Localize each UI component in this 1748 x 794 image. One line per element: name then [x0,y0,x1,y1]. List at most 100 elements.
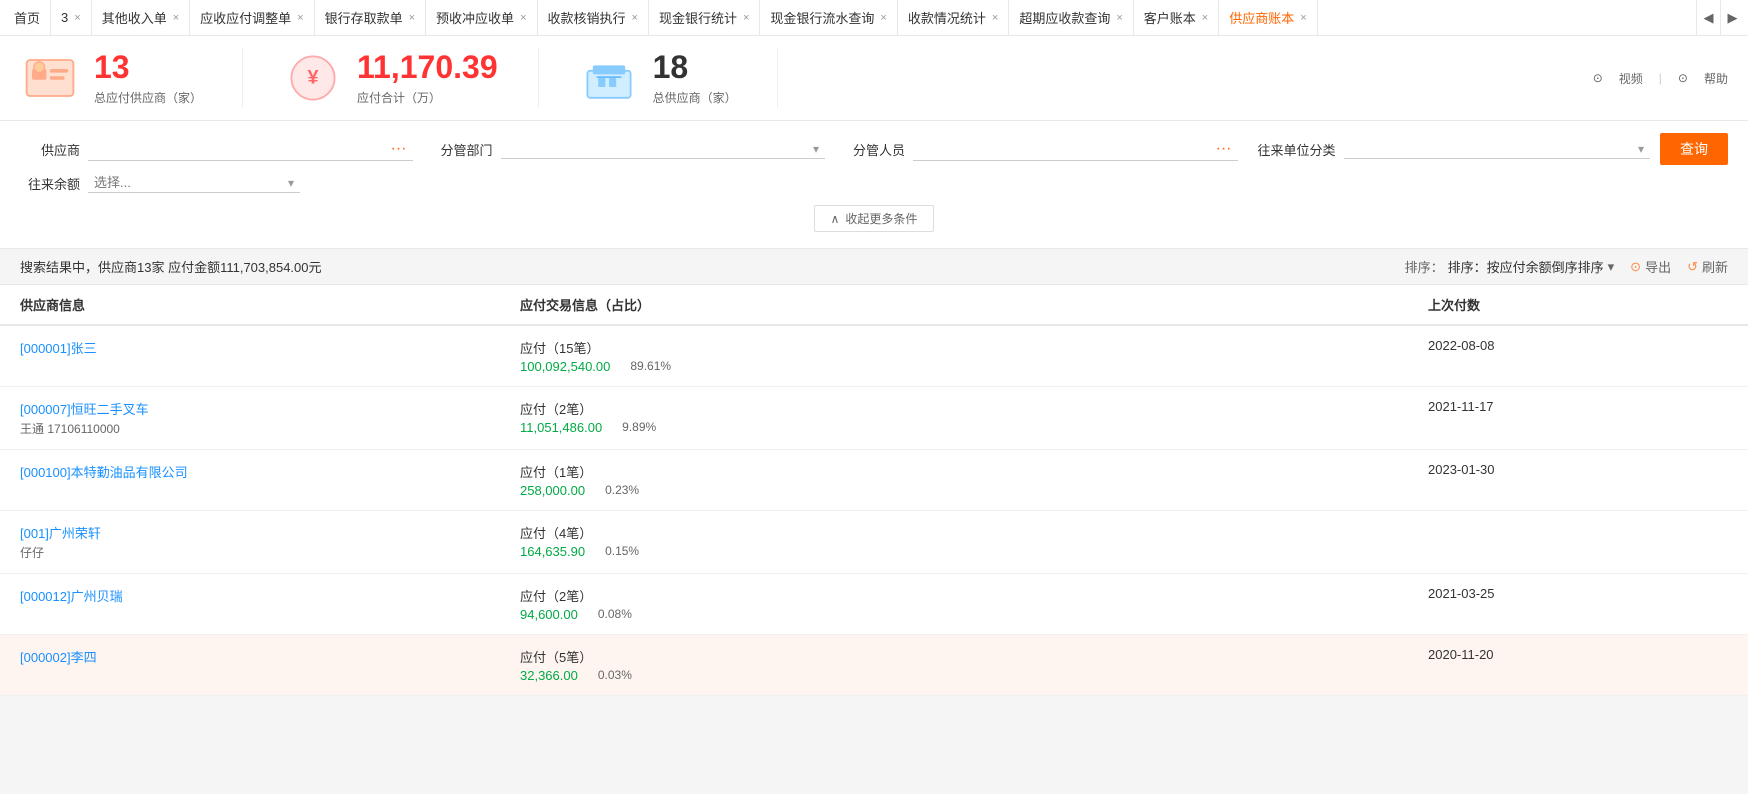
supplier-sub: 仔仔 [20,544,520,561]
tx-row: 应付（2笔） [520,586,1428,605]
tx-row: 应付（2笔） [520,399,1428,418]
nav-tab-cash-stats-label: 现金银行统计 [659,8,737,27]
close-icon[interactable]: × [632,12,638,24]
category-input-box[interactable]: ▾ [1344,139,1650,159]
nav-tab-bank[interactable]: 银行存取款单 × [315,0,426,36]
export-icon: ⊙ [1630,259,1641,275]
tx-amount[interactable]: 32,366.00 [520,668,578,683]
supplier-link[interactable]: [000007]恒旺二手叉车 [20,402,149,417]
nav-tab-home-label: 首页 [14,8,40,27]
dept-input-box[interactable]: ▾ [501,139,826,159]
tx-amount-row: 32,366.00 0.03% [520,666,1428,683]
supplier-link[interactable]: [000100]本特勤油品有限公司 [20,465,188,480]
nav-tab-collection-label: 收款核销执行 [548,8,626,27]
nav-tab-bank-label: 银行存取款单 [325,8,403,27]
nav-tab-3[interactable]: 3 × [51,0,92,36]
supplier-table: 供应商信息 应付交易信息（占比） 上次付数 [000001]张三 应付（15笔）… [0,285,1748,696]
nav-tab-collection[interactable]: 收款核销执行 × [538,0,649,36]
person-input-box[interactable]: ··· [913,138,1238,161]
last-payment-date: 2021-11-17 [1428,399,1494,414]
close-icon[interactable]: × [880,12,886,24]
supplier-info-cell: [001]广州荣轩 仔仔 [20,523,520,561]
sort-value[interactable]: 排序：按应付余额倒序排序 [1448,257,1604,276]
nav-tab-customer-ledger[interactable]: 客户账本 × [1134,0,1219,36]
close-icon[interactable]: × [520,12,526,24]
collapse-btn-label: 收起更多条件 [845,210,917,227]
last-payment-cell: 2023-01-30 [1428,462,1728,477]
tx-info-cell: 应付（4笔） 164,635.90 0.15% [520,523,1428,559]
nav-tab-collection-stats[interactable]: 收款情况统计 × [898,0,1009,36]
dept-input[interactable] [507,141,809,156]
supplier-input-box[interactable]: ··· [88,138,413,161]
nav-next-arrow[interactable]: ▶ [1720,0,1744,36]
person-input[interactable] [919,141,1216,156]
tx-row: 应付（1笔） [520,462,1428,481]
tx-amount[interactable]: 100,092,540.00 [520,359,610,374]
nav-tab-cash-stats[interactable]: 现金银行统计 × [649,0,760,36]
search-button[interactable]: 查询 [1660,133,1728,165]
balance-input-box[interactable]: ▾ [88,173,300,193]
nav-tab-other-income-label: 其他收入单 [102,8,167,27]
dept-filter-label: 分管部门 [433,140,493,159]
balance-chevron-down-icon[interactable]: ▾ [288,176,294,190]
supplier-link[interactable]: [001]广州荣轩 [20,526,101,541]
category-input[interactable] [1350,141,1634,156]
close-icon[interactable]: × [1300,12,1306,24]
refresh-button[interactable]: ↺ 刷新 [1687,257,1728,276]
filter-area: 供应商 ··· 分管部门 ▾ 分管人员 ··· 往来单位分类 [0,121,1748,249]
tx-count: 应付（2笔） [520,399,592,418]
balance-input[interactable] [94,175,284,190]
nav-tab-home[interactable]: 首页 [4,0,51,36]
col-tx-info: 应付交易信息（占比） [520,295,1428,314]
close-icon[interactable]: × [409,12,415,24]
video-link[interactable]: 视频 [1619,70,1643,87]
supplier-info-cell: [000012]广州贝瑞 [20,586,520,605]
supplier-dots-icon[interactable]: ··· [391,140,407,158]
supplier-link[interactable]: [000012]广州贝瑞 [20,589,123,604]
nav-tab-advance[interactable]: 预收冲应收单 × [426,0,537,36]
close-icon[interactable]: × [173,12,179,24]
close-icon[interactable]: × [297,12,303,24]
nav-tab-advance-label: 预收冲应收单 [436,8,514,27]
collapse-button[interactable]: ∧ 收起更多条件 [814,205,935,232]
table-row: [000001]张三 应付（15笔） 100,092,540.00 89.61%… [0,326,1748,387]
tx-amount[interactable]: 94,600.00 [520,607,578,622]
nav-tab-ar-adjust[interactable]: 应收应付调整单 × [190,0,314,36]
tx-percent: 9.89% [622,420,656,434]
close-icon[interactable]: × [743,12,749,24]
nav-prev-arrow[interactable]: ◀ [1696,0,1720,36]
stats-bar: 13 总应付供应商（家） ¥ 11,170.39 应付合计（万） [0,36,1748,121]
col-last-payment: 上次付数 [1428,295,1728,314]
tx-amount-row: 94,600.00 0.08% [520,605,1428,622]
nav-tab-ar-adjust-label: 应收应付调整单 [200,8,291,27]
supplier-link[interactable]: [000001]张三 [20,341,97,356]
tx-info-cell: 应付（1笔） 258,000.00 0.23% [520,462,1428,498]
nav-tab-other-income[interactable]: 其他收入单 × [92,0,190,36]
payable-total-icon: ¥ [283,48,343,108]
close-icon[interactable]: × [1116,12,1122,24]
supplier-info-cell: [000007]恒旺二手叉车 王通 17106110000 [20,399,520,437]
close-icon[interactable]: × [74,12,80,24]
balance-filter-label: 往来余额 [20,174,80,193]
refresh-icon: ↺ [1687,259,1698,275]
nav-tab-overdue[interactable]: 超期应收款查询 × [1009,0,1133,36]
tx-amount[interactable]: 258,000.00 [520,483,585,498]
supplier-input[interactable] [94,141,391,156]
tx-amount[interactable]: 11,051,486.00 [520,420,602,435]
person-dots-icon[interactable]: ··· [1216,140,1232,158]
close-icon[interactable]: × [992,12,998,24]
nav-tab-supplier-ledger-label: 供应商账本 [1229,8,1294,27]
nav-tab-cash-flow[interactable]: 现金银行流水查询 × [760,0,897,36]
export-button[interactable]: ⊙ 导出 [1630,257,1671,276]
help-link[interactable]: 帮助 [1704,70,1728,87]
nav-tab-overdue-label: 超期应收款查询 [1019,8,1110,27]
close-icon[interactable]: × [1202,12,1208,24]
tx-info-cell: 应付（2笔） 94,600.00 0.08% [520,586,1428,622]
tx-percent: 89.61% [630,359,671,373]
category-chevron-down-icon[interactable]: ▾ [1638,142,1644,156]
tx-amount[interactable]: 164,635.90 [520,544,585,559]
supplier-link[interactable]: [000002]李四 [20,650,97,665]
nav-tab-supplier-ledger[interactable]: 供应商账本 × [1219,0,1317,36]
tx-amount-row: 11,051,486.00 9.89% [520,418,1428,435]
dept-chevron-down-icon[interactable]: ▾ [813,142,819,156]
